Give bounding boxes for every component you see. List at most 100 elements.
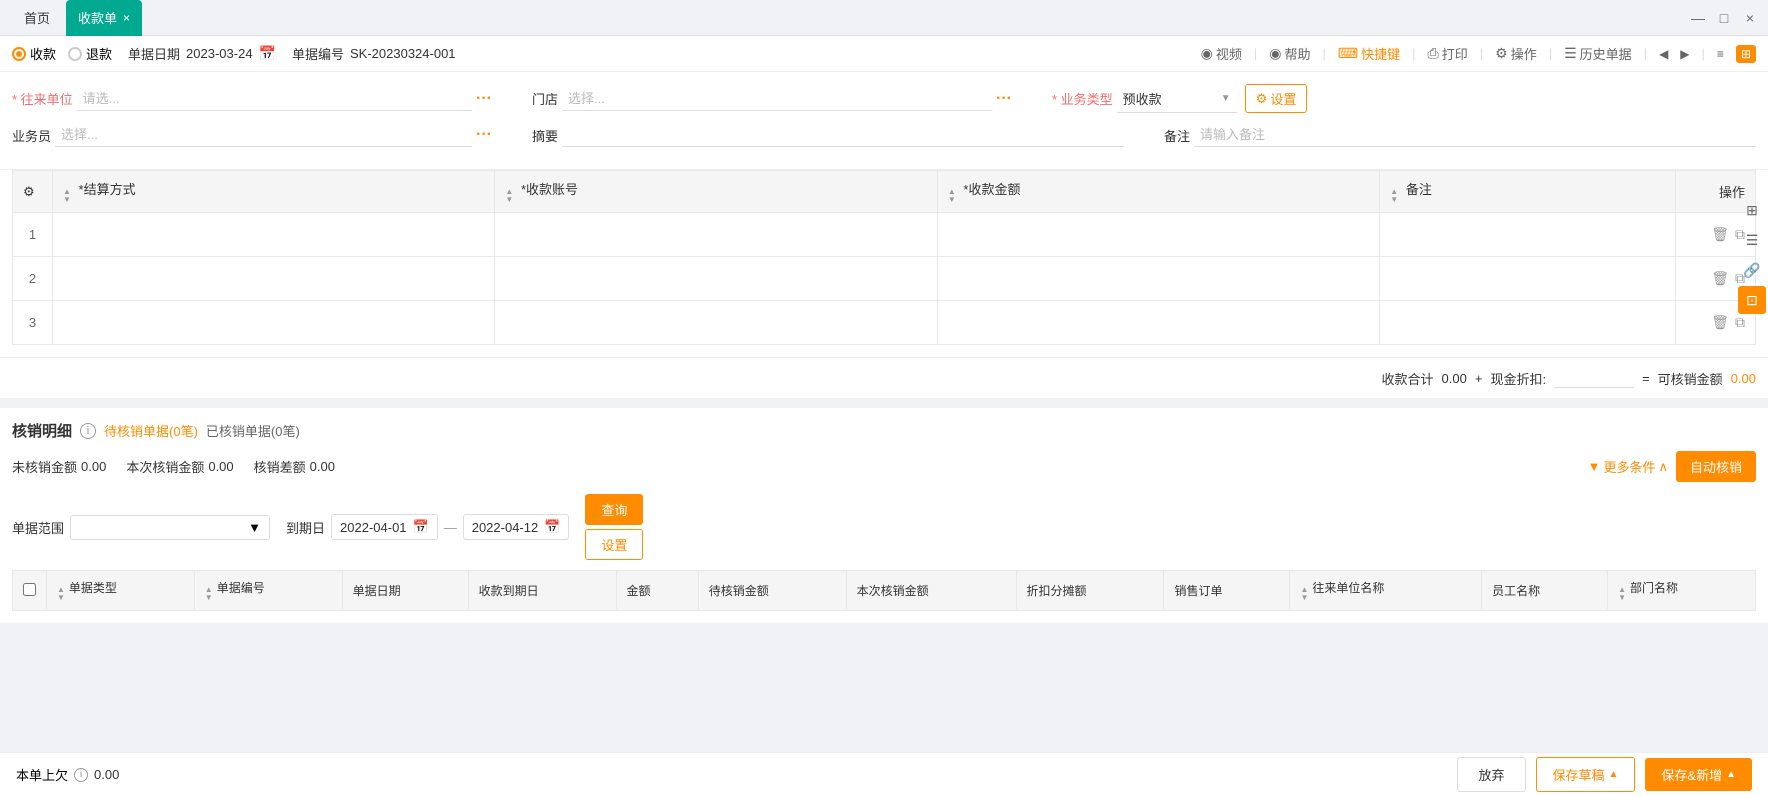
- discount-input[interactable]: [1554, 368, 1634, 388]
- business-type-select[interactable]: 预收款 ▼: [1117, 85, 1237, 113]
- cell-settlement-3[interactable]: [53, 301, 495, 345]
- delete-icon-1[interactable]: 🗑: [1711, 226, 1729, 243]
- auto-hexiao-button[interactable]: 自动核销: [1676, 451, 1756, 482]
- th-sales-order: 销售订单: [1164, 571, 1290, 611]
- note-label: 备注: [1406, 182, 1432, 197]
- print-btn[interactable]: ⎙ 打印: [1428, 44, 1468, 63]
- help-label: 帮助: [1284, 44, 1310, 63]
- sep2: |: [1323, 46, 1326, 61]
- sidebar-icon-table[interactable]: ⊞: [1738, 196, 1766, 224]
- stats-row: 未核销金额 0.00 本次核销金额 0.00 核销差额 0.00 ▼ 更多条件 …: [12, 451, 1756, 482]
- cell-note-1[interactable]: [1380, 213, 1676, 257]
- staff-field: 业务员 ···: [12, 123, 492, 147]
- table-row: 1 🗑 ⧉: [13, 213, 1756, 257]
- radio-shoukuan[interactable]: 收款: [12, 44, 56, 63]
- history-btn[interactable]: ☰ 历史单据: [1564, 44, 1632, 63]
- query-button[interactable]: 查询: [585, 494, 643, 525]
- save-new-button[interactable]: 保存&新增 ▲: [1645, 758, 1752, 791]
- th-checkbox[interactable]: [13, 571, 47, 611]
- save-draft-button[interactable]: 保存草稿 ▲: [1536, 757, 1636, 792]
- date-from-input[interactable]: 2022-04-01 📅: [331, 514, 438, 540]
- cell-account-3[interactable]: [495, 301, 937, 345]
- close-window-button[interactable]: ×: [1740, 8, 1760, 28]
- bottom-table: ▲▼单据类型 ▲▼单据编号 单据日期 收款到期日 金额 待核销金额 本次核销金额…: [12, 570, 1756, 611]
- range-select[interactable]: ▼: [70, 515, 270, 540]
- history-label: 历史单据: [1580, 44, 1632, 63]
- staff-input[interactable]: [55, 123, 472, 147]
- dropdown-arrow-icon: ▼: [1221, 93, 1231, 104]
- voucher-field-group: 单据编号 SK-20230324-001: [292, 44, 456, 63]
- current-label: 本单上欠: [16, 765, 68, 784]
- video-btn[interactable]: ◉ 视频: [1201, 44, 1242, 63]
- cell-amount-2[interactable]: [937, 257, 1379, 301]
- abandon-button[interactable]: 放弃: [1457, 757, 1525, 792]
- keyboard-icon: ⌨: [1338, 45, 1358, 62]
- delete-icon-2[interactable]: 🗑: [1711, 270, 1729, 287]
- tab-close-icon[interactable]: ×: [123, 11, 130, 25]
- sep4: |: [1480, 46, 1483, 61]
- pending-tab[interactable]: 待核销单据(0笔): [104, 421, 198, 440]
- copy-icon-3[interactable]: ⧉: [1735, 314, 1745, 331]
- notes-input[interactable]: [1194, 123, 1756, 147]
- cell-settlement-1[interactable]: [53, 213, 495, 257]
- cell-amount-3[interactable]: [937, 301, 1379, 345]
- staff-ellipsis[interactable]: ···: [476, 126, 492, 144]
- store-ellipsis[interactable]: ···: [996, 90, 1012, 108]
- right-sidebar: ⊞ ☰ 🔗 ⊡: [1736, 36, 1768, 314]
- sidebar-icon-list[interactable]: ☰: [1738, 226, 1766, 254]
- set-button[interactable]: 设置: [585, 529, 643, 560]
- stat-diff-label: 核销差额: [254, 457, 306, 476]
- sidebar-icon-attach[interactable]: 🔗: [1738, 256, 1766, 284]
- shortcut-btn[interactable]: ⌨ 快捷键: [1338, 44, 1400, 63]
- delete-icon-3[interactable]: 🗑: [1711, 314, 1729, 331]
- stat-diff: 核销差额 0.00: [254, 457, 335, 476]
- notes-field: 备注: [1164, 123, 1756, 147]
- date-to-value: 2022-04-12: [472, 520, 539, 535]
- sep6: |: [1644, 46, 1647, 61]
- done-tab[interactable]: 已核销单据(0笔): [206, 421, 300, 440]
- business-type-label: * 业务类型: [1052, 89, 1113, 108]
- range-dropdown-icon: ▼: [248, 520, 261, 535]
- help-btn[interactable]: ◉ 帮助: [1269, 44, 1310, 63]
- company-input[interactable]: [77, 87, 472, 111]
- th-settlement: ▲▼ *结算方式: [53, 171, 495, 213]
- settings-button[interactable]: ⚙ 设置: [1245, 84, 1308, 113]
- minimize-button[interactable]: —: [1688, 8, 1708, 28]
- main-wrapper: 收款 退款 单据日期 2023-03-24 📅 单据编号 SK-20230324…: [0, 36, 1768, 752]
- tab-active[interactable]: 收款单 ×: [66, 0, 142, 36]
- stat-current-verify: 本次核销金额 0.00: [126, 457, 233, 476]
- operation-btn[interactable]: ⚙ 操作: [1495, 44, 1537, 63]
- radio-tuikuan[interactable]: 退款: [68, 44, 112, 63]
- filter-icon: ▼: [1588, 459, 1601, 474]
- cell-account-2[interactable]: [495, 257, 937, 301]
- gear-header[interactable]: ⚙: [13, 171, 53, 213]
- nav-prev[interactable]: ◀: [1659, 47, 1668, 61]
- date-to-input[interactable]: 2022-04-12 📅: [463, 514, 570, 540]
- history-icon: ☰: [1564, 45, 1577, 62]
- sidebar-icon-active[interactable]: ⊡: [1738, 286, 1766, 314]
- hexiao-info-icon[interactable]: i: [80, 423, 96, 439]
- cell-account-1[interactable]: [495, 213, 937, 257]
- cell-note-3[interactable]: [1380, 301, 1676, 345]
- date-range-separator: —: [444, 520, 457, 535]
- maximize-button[interactable]: □: [1714, 8, 1734, 28]
- cell-note-2[interactable]: [1380, 257, 1676, 301]
- settlement-label: *结算方式: [79, 182, 136, 197]
- gear-icon: ⚙: [1256, 91, 1268, 107]
- store-input[interactable]: [562, 87, 992, 111]
- nav-next[interactable]: ▶: [1680, 47, 1689, 61]
- select-all-checkbox[interactable]: [23, 583, 36, 596]
- calendar-icon[interactable]: 📅: [259, 45, 276, 62]
- cell-amount-1[interactable]: [937, 213, 1379, 257]
- verify-label: 可核销金额: [1658, 369, 1723, 388]
- list-view-btn[interactable]: ≡: [1717, 47, 1724, 61]
- company-ellipsis[interactable]: ···: [476, 90, 492, 108]
- summary-input[interactable]: [562, 123, 1124, 147]
- th-discount: 折扣分摊额: [1016, 571, 1164, 611]
- cell-settlement-2[interactable]: [53, 257, 495, 301]
- more-conditions-btn[interactable]: ▼ 更多条件 ∧: [1588, 457, 1668, 476]
- tab-home[interactable]: 首页: [8, 0, 66, 36]
- print-icon: ⎙: [1428, 45, 1439, 62]
- info-icon-footer[interactable]: i: [74, 768, 88, 782]
- stat-current-verify-label: 本次核销金额: [126, 457, 204, 476]
